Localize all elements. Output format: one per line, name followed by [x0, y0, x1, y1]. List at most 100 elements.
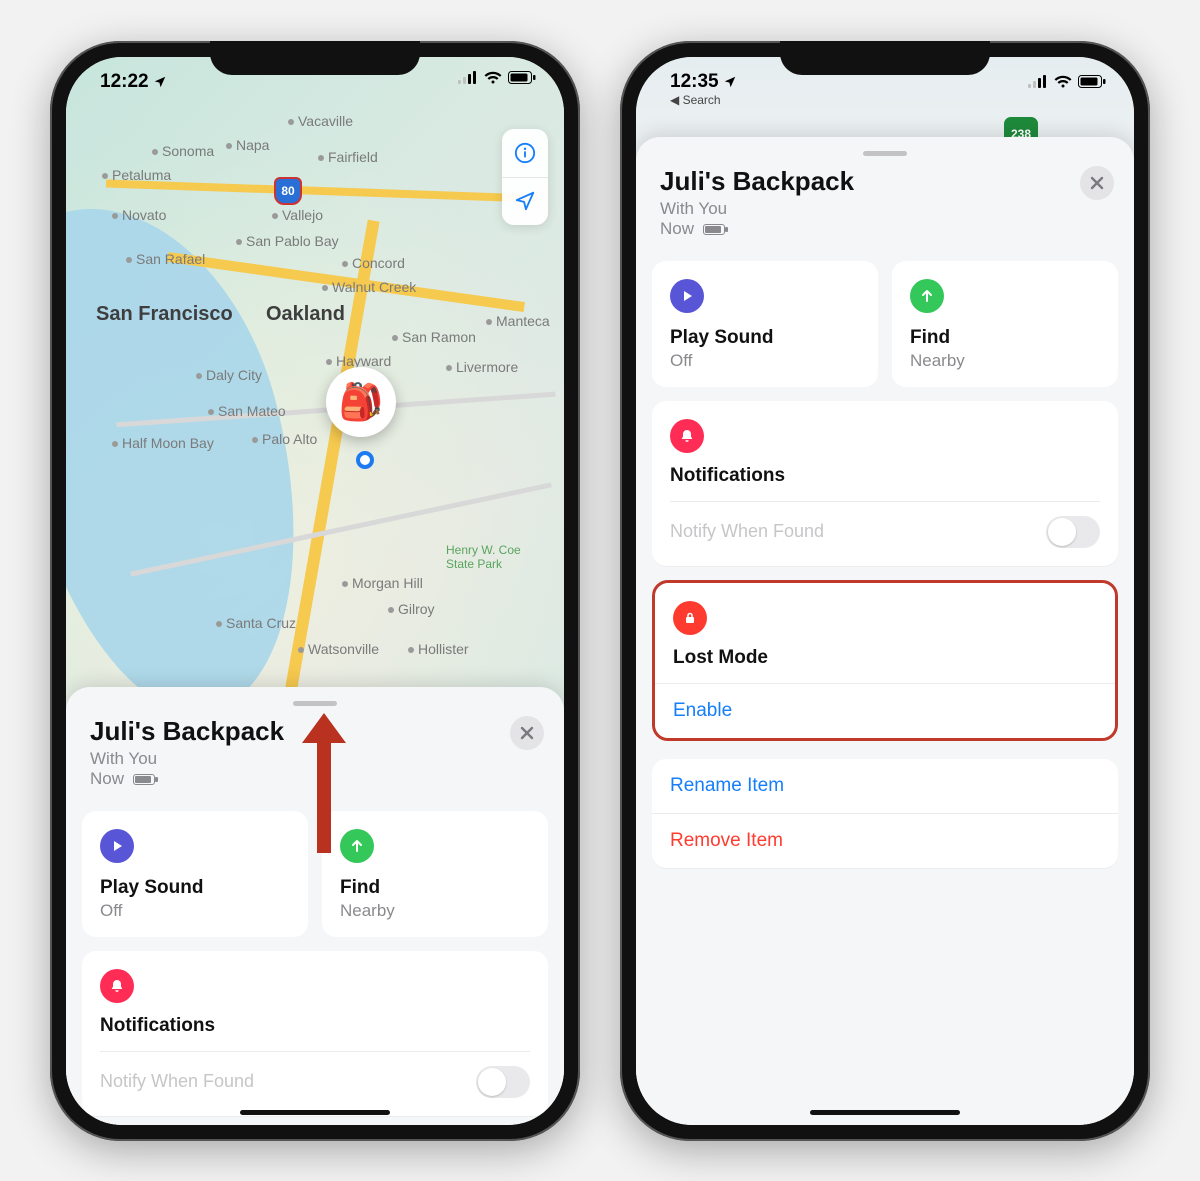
home-indicator[interactable] [810, 1110, 960, 1115]
battery-icon [508, 71, 536, 84]
notifications-card: Notifications Notify When Found [652, 401, 1118, 566]
city-label: San Francisco [96, 303, 233, 326]
find-sub: Nearby [340, 901, 530, 921]
info-icon [514, 142, 536, 164]
map-controls [502, 129, 548, 225]
city-label: Daly City [196, 367, 262, 383]
wifi-icon [484, 71, 502, 84]
lost-mode-enable-button[interactable]: Enable [655, 683, 1115, 738]
bell-icon [100, 969, 134, 1003]
swipe-up-arrow-annotation [310, 713, 338, 853]
location-arrow-icon [514, 190, 536, 212]
status-time: 12:22 [100, 71, 149, 93]
city-label: Napa [226, 137, 269, 153]
close-button[interactable] [1080, 166, 1114, 200]
find-title: Find [910, 327, 1100, 349]
status-time: 12:35 [670, 71, 719, 93]
item-title: Juli's Backpack [660, 166, 1114, 197]
close-button[interactable] [510, 716, 544, 750]
backpack-icon: 🎒 [339, 381, 384, 423]
item-battery-icon [703, 224, 725, 235]
cellular-icon [1028, 75, 1048, 88]
city-label: Watsonville [298, 641, 379, 657]
city-label: Sonoma [152, 143, 214, 159]
city-label: Palo Alto [252, 431, 317, 447]
park-label: Henry W. Coe State Park [446, 543, 536, 571]
play-sound-card[interactable]: Play Sound Off [652, 261, 878, 387]
close-icon [1090, 176, 1104, 190]
home-indicator[interactable] [240, 1110, 390, 1115]
location-services-icon [153, 75, 167, 89]
city-label: Half Moon Bay [112, 435, 214, 451]
close-icon [520, 726, 534, 740]
city-label: Concord [342, 255, 405, 271]
notify-toggle[interactable] [1046, 516, 1100, 548]
city-label: San Mateo [208, 403, 286, 419]
notify-toggle[interactable] [476, 1066, 530, 1098]
item-status: With You [660, 199, 727, 218]
item-status: With You [90, 749, 157, 768]
cellular-icon [458, 71, 478, 84]
interstate-shield: 80 [274, 177, 302, 205]
play-sound-sub: Off [670, 351, 860, 371]
play-sound-card[interactable]: Play Sound Off [82, 811, 308, 937]
city-label: Novato [112, 207, 166, 223]
city-label: Livermore [446, 359, 518, 375]
notify-when-found-row: Notify When Found [670, 501, 1100, 548]
sheet-grabber[interactable] [863, 151, 907, 156]
lost-mode-title: Lost Mode [673, 647, 1097, 669]
item-actions-card: Rename Item Remove Item [652, 759, 1118, 868]
play-sound-title: Play Sound [670, 327, 860, 349]
location-services-icon [723, 75, 737, 89]
bell-icon [670, 419, 704, 453]
notch [780, 41, 990, 75]
city-label: Vacaville [288, 113, 353, 129]
action-row: Play Sound Off Find Nearby [652, 261, 1118, 387]
city-label: Fairfield [318, 149, 378, 165]
city-label: Gilroy [388, 601, 435, 617]
play-icon [670, 279, 704, 313]
sheet-grabber[interactable] [293, 701, 337, 706]
notify-label: Notify When Found [100, 1071, 254, 1092]
map-info-button[interactable] [502, 129, 548, 177]
city-label: San Ramon [392, 329, 476, 345]
find-card[interactable]: Find Nearby [322, 811, 548, 937]
city-label: Vallejo [272, 207, 323, 223]
find-title: Find [340, 877, 530, 899]
city-label: Hollister [408, 641, 469, 657]
notifications-title: Notifications [100, 1015, 530, 1037]
find-card[interactable]: Find Nearby [892, 261, 1118, 387]
item-battery-icon [133, 774, 155, 785]
city-label: Santa Cruz [216, 615, 296, 631]
rename-item-button[interactable]: Rename Item [652, 759, 1118, 813]
notifications-title: Notifications [670, 465, 1100, 487]
current-location-dot [356, 451, 374, 469]
screen-left: San Francisco Oakland Vacaville Napa Sonoma F… [66, 57, 564, 1125]
map-locate-button[interactable] [502, 177, 548, 225]
phone-left: San Francisco Oakland Vacaville Napa Sonoma F… [50, 41, 580, 1141]
city-label: Manteca [486, 313, 550, 329]
city-label: Walnut Creek [322, 279, 416, 295]
item-sheet-expanded[interactable]: Juli's Backpack With You Now Play Sound … [636, 137, 1134, 1125]
lock-icon [673, 601, 707, 635]
play-sound-title: Play Sound [100, 877, 290, 899]
city-label: San Rafael [126, 251, 205, 267]
item-pin[interactable]: 🎒 [326, 367, 396, 437]
city-label: Morgan Hill [342, 575, 423, 591]
lost-mode-card: Lost Mode Enable [655, 583, 1115, 738]
notifications-card: Notifications Notify When Found [82, 951, 548, 1116]
play-icon [100, 829, 134, 863]
remove-item-button[interactable]: Remove Item [652, 813, 1118, 868]
city-label: San Pablo Bay [236, 233, 339, 249]
screen-right: 238 12:35 ◀ Search Jul [636, 57, 1134, 1125]
wifi-icon [1054, 75, 1072, 88]
item-time: Now [90, 769, 124, 788]
city-label: Oakland [266, 303, 345, 326]
notch [210, 41, 420, 75]
notify-label: Notify When Found [670, 521, 824, 542]
back-to-app[interactable]: ◀ Search [670, 93, 1106, 107]
notify-when-found-row: Notify When Found [100, 1051, 530, 1098]
lost-mode-highlight: Lost Mode Enable [652, 580, 1118, 741]
item-time: Now [660, 219, 694, 238]
battery-icon [1078, 75, 1106, 88]
